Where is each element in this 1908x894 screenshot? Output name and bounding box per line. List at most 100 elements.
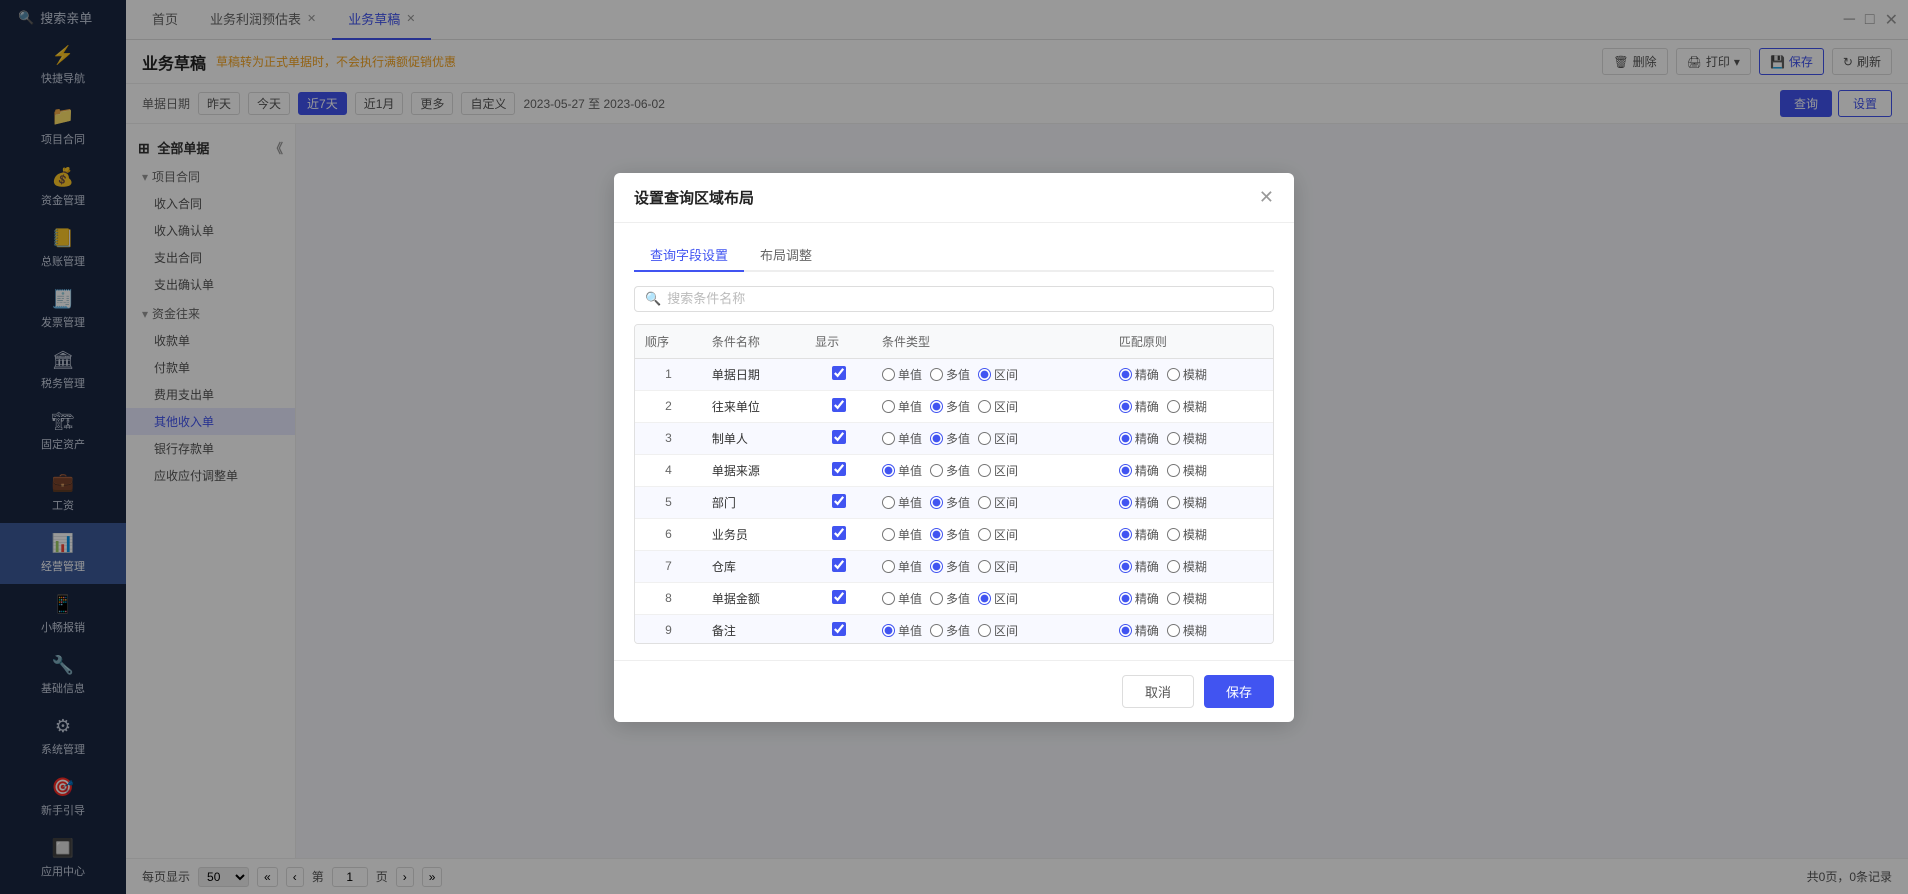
type-radio-多值[interactable]: 多值: [930, 430, 970, 447]
type-radio-单值[interactable]: 单值: [882, 558, 922, 575]
match-radio-input[interactable]: [1119, 624, 1132, 637]
cell-display[interactable]: [805, 422, 872, 454]
match-radio-input[interactable]: [1167, 496, 1180, 509]
cell-display[interactable]: [805, 454, 872, 486]
match-radio-模糊[interactable]: 模糊: [1167, 366, 1207, 383]
match-radio-input[interactable]: [1167, 560, 1180, 573]
type-radio-区间[interactable]: 区间: [978, 494, 1018, 511]
match-radio-input[interactable]: [1167, 464, 1180, 477]
dialog-save-button[interactable]: 保存: [1204, 675, 1274, 708]
cell-display[interactable]: [805, 390, 872, 422]
type-radio-多值[interactable]: 多值: [930, 366, 970, 383]
type-radio-input[interactable]: [882, 560, 895, 573]
type-radio-多值[interactable]: 多值: [930, 398, 970, 415]
match-radio-精确[interactable]: 精确: [1119, 430, 1159, 447]
match-radio-input[interactable]: [1167, 368, 1180, 381]
type-radio-input[interactable]: [882, 400, 895, 413]
dialog-tab-layout[interactable]: 布局调整: [744, 239, 828, 272]
match-radio-input[interactable]: [1119, 560, 1132, 573]
type-radio-input[interactable]: [930, 496, 943, 509]
match-radio-input[interactable]: [1167, 624, 1180, 637]
type-radio-input[interactable]: [930, 432, 943, 445]
display-checkbox[interactable]: [832, 558, 846, 572]
match-radio-精确[interactable]: 精确: [1119, 590, 1159, 607]
type-radio-单值[interactable]: 单值: [882, 398, 922, 415]
match-radio-input[interactable]: [1167, 400, 1180, 413]
type-radio-input[interactable]: [882, 624, 895, 637]
type-radio-区间[interactable]: 区间: [978, 622, 1018, 639]
type-radio-区间[interactable]: 区间: [978, 462, 1018, 479]
type-radio-input[interactable]: [882, 496, 895, 509]
type-radio-input[interactable]: [930, 368, 943, 381]
type-radio-input[interactable]: [930, 592, 943, 605]
dialog-search-input[interactable]: [667, 291, 1263, 306]
display-checkbox[interactable]: [832, 622, 846, 636]
match-radio-input[interactable]: [1119, 464, 1132, 477]
type-radio-input[interactable]: [930, 624, 943, 637]
match-radio-模糊[interactable]: 模糊: [1167, 398, 1207, 415]
type-radio-input[interactable]: [978, 368, 991, 381]
cell-display[interactable]: [805, 486, 872, 518]
type-radio-单值[interactable]: 单值: [882, 430, 922, 447]
display-checkbox[interactable]: [832, 430, 846, 444]
match-radio-模糊[interactable]: 模糊: [1167, 526, 1207, 543]
match-radio-精确[interactable]: 精确: [1119, 366, 1159, 383]
display-checkbox[interactable]: [832, 366, 846, 380]
cell-display[interactable]: [805, 550, 872, 582]
type-radio-区间[interactable]: 区间: [978, 526, 1018, 543]
display-checkbox[interactable]: [832, 494, 846, 508]
type-radio-input[interactable]: [930, 560, 943, 573]
display-checkbox[interactable]: [832, 398, 846, 412]
match-radio-模糊[interactable]: 模糊: [1167, 494, 1207, 511]
match-radio-input[interactable]: [1167, 432, 1180, 445]
type-radio-input[interactable]: [978, 400, 991, 413]
match-radio-input[interactable]: [1119, 400, 1132, 413]
type-radio-input[interactable]: [882, 592, 895, 605]
type-radio-区间[interactable]: 区间: [978, 366, 1018, 383]
type-radio-input[interactable]: [978, 528, 991, 541]
type-radio-单值[interactable]: 单值: [882, 590, 922, 607]
type-radio-input[interactable]: [882, 528, 895, 541]
dialog-close-button[interactable]: ✕: [1259, 187, 1274, 208]
type-radio-input[interactable]: [882, 368, 895, 381]
display-checkbox[interactable]: [832, 462, 846, 476]
cell-display[interactable]: [805, 582, 872, 614]
type-radio-多值[interactable]: 多值: [930, 494, 970, 511]
match-radio-精确[interactable]: 精确: [1119, 462, 1159, 479]
match-radio-精确[interactable]: 精确: [1119, 622, 1159, 639]
type-radio-input[interactable]: [978, 432, 991, 445]
match-radio-input[interactable]: [1119, 592, 1132, 605]
type-radio-区间[interactable]: 区间: [978, 558, 1018, 575]
match-radio-input[interactable]: [1119, 528, 1132, 541]
cell-display[interactable]: [805, 614, 872, 644]
match-radio-模糊[interactable]: 模糊: [1167, 462, 1207, 479]
dialog-tab-fields[interactable]: 查询字段设置: [634, 239, 744, 272]
type-radio-多值[interactable]: 多值: [930, 622, 970, 639]
type-radio-区间[interactable]: 区间: [978, 590, 1018, 607]
type-radio-多值[interactable]: 多值: [930, 558, 970, 575]
match-radio-input[interactable]: [1119, 368, 1132, 381]
type-radio-input[interactable]: [930, 528, 943, 541]
type-radio-多值[interactable]: 多值: [930, 462, 970, 479]
cancel-button[interactable]: 取消: [1122, 675, 1194, 708]
match-radio-精确[interactable]: 精确: [1119, 398, 1159, 415]
match-radio-精确[interactable]: 精确: [1119, 494, 1159, 511]
type-radio-input[interactable]: [930, 400, 943, 413]
type-radio-单值[interactable]: 单值: [882, 526, 922, 543]
match-radio-模糊[interactable]: 模糊: [1167, 590, 1207, 607]
match-radio-input[interactable]: [1167, 528, 1180, 541]
type-radio-单值[interactable]: 单值: [882, 366, 922, 383]
type-radio-input[interactable]: [978, 496, 991, 509]
type-radio-单值[interactable]: 单值: [882, 622, 922, 639]
type-radio-input[interactable]: [978, 624, 991, 637]
type-radio-多值[interactable]: 多值: [930, 526, 970, 543]
match-radio-input[interactable]: [1167, 592, 1180, 605]
type-radio-input[interactable]: [978, 592, 991, 605]
match-radio-模糊[interactable]: 模糊: [1167, 622, 1207, 639]
match-radio-input[interactable]: [1119, 496, 1132, 509]
type-radio-区间[interactable]: 区间: [978, 430, 1018, 447]
display-checkbox[interactable]: [832, 526, 846, 540]
match-radio-精确[interactable]: 精确: [1119, 526, 1159, 543]
match-radio-精确[interactable]: 精确: [1119, 558, 1159, 575]
type-radio-多值[interactable]: 多值: [930, 590, 970, 607]
